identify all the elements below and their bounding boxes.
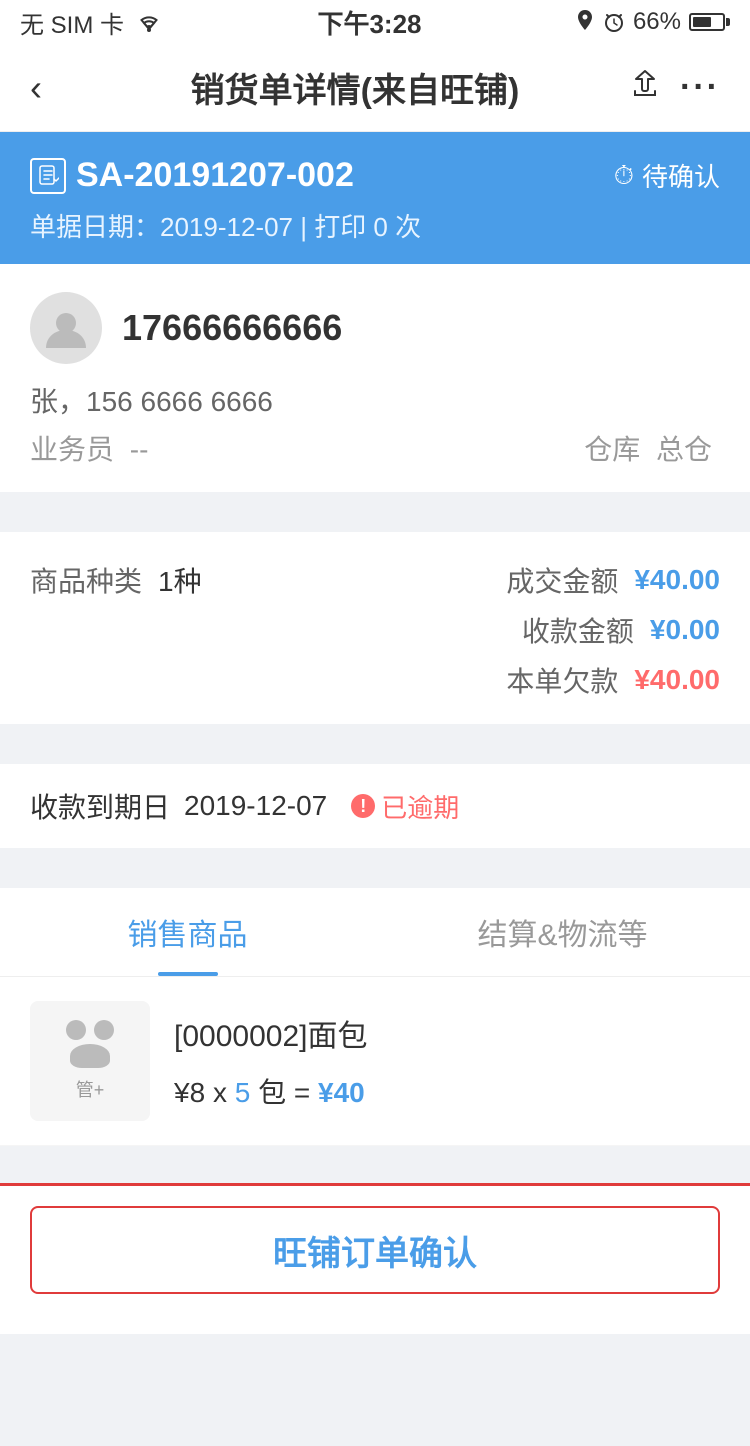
transaction-amount-row: 成交金额 ¥40.00 xyxy=(506,560,720,600)
customer-name-phone: 张，156 6666 6666 xyxy=(30,380,720,420)
battery-icon xyxy=(689,13,730,31)
product-unit-price: ¥8 xyxy=(174,1077,205,1108)
due-date-value: 2019-12-07 xyxy=(184,790,327,822)
owl-body xyxy=(70,1044,110,1068)
salesperson-value: -- xyxy=(130,434,149,465)
clock-icon: ⏱ xyxy=(614,160,634,192)
warehouse-field: 仓库 总仓 xyxy=(584,428,720,468)
overdue-label: 已逾期 xyxy=(381,788,459,825)
equals-sign: = xyxy=(294,1077,318,1108)
status-right: 66% xyxy=(575,8,730,36)
status-time: 下午3:28 xyxy=(317,4,421,41)
amounts-section: 成交金额 ¥40.00 收款金额 ¥0.00 本单欠款 ¥40.00 xyxy=(506,560,720,700)
due-date-card: 收款到期日 2019-12-07 ! 已逾期 xyxy=(0,764,750,848)
order-date: 单据日期：2019-12-07 | 打印 0 次 xyxy=(30,207,720,244)
page-title: 销货单详情(来自旺铺) xyxy=(90,63,620,112)
divider1 xyxy=(0,512,750,532)
goods-type-value: 1种 xyxy=(158,560,202,600)
share-icon[interactable] xyxy=(630,69,660,107)
product-item: 管+ [0000002]面包 ¥8 x 5 包 = ¥40 xyxy=(0,977,750,1146)
goods-type-label: 商品种类 xyxy=(30,560,142,600)
order-icon xyxy=(30,158,66,194)
transaction-amount-value: ¥40.00 xyxy=(634,564,720,596)
confirm-order-button[interactable]: 旺铺订单确认 xyxy=(30,1206,720,1294)
overdue-badge: ! 已逾期 xyxy=(351,788,459,825)
overdue-dot-icon: ! xyxy=(351,794,375,818)
owl-eyes xyxy=(66,1020,114,1040)
nav-bar: ‹ 销货单详情(来自旺铺) ··· xyxy=(0,44,750,132)
product-list: 管+ [0000002]面包 ¥8 x 5 包 = ¥40 xyxy=(0,977,750,1146)
battery-percent: 66% xyxy=(633,8,681,36)
multiply-sign: x xyxy=(213,1077,235,1108)
carrier-label: 无 SIM 卡 xyxy=(20,5,124,40)
avatar xyxy=(30,292,102,364)
product-unit: 包 xyxy=(258,1077,286,1108)
location-icon xyxy=(575,10,595,34)
tab-settlement[interactable]: 结算&物流等 xyxy=(375,888,750,976)
more-icon[interactable]: ··· xyxy=(680,68,720,107)
order-id: SA-20191207-002 xyxy=(30,156,354,195)
warehouse-value: 总仓 xyxy=(656,434,712,465)
product-price: ¥8 x 5 包 = ¥40 xyxy=(174,1071,720,1111)
product-qty: 5 xyxy=(235,1077,251,1108)
received-amount-row: 收款金额 ¥0.00 xyxy=(522,610,720,650)
goods-type-section: 商品种类 1种 xyxy=(30,560,202,600)
info-row: 商品种类 1种 成交金额 ¥40.00 收款金额 ¥0.00 本单欠款 ¥40.… xyxy=(30,560,720,700)
customer-phone: 17666666666 xyxy=(122,307,342,349)
product-logo: 管+ xyxy=(66,1020,114,1102)
bottom-bar: 旺铺订单确认 xyxy=(0,1183,750,1334)
owed-amount-row: 本单欠款 ¥40.00 xyxy=(506,660,720,700)
owl-text: 管+ xyxy=(76,1076,105,1102)
status-bar: 无 SIM 卡 下午3:28 66% xyxy=(0,0,750,44)
transaction-amount-label: 成交金额 xyxy=(506,560,618,600)
received-amount-value: ¥0.00 xyxy=(650,614,720,646)
due-date-label: 收款到期日 xyxy=(30,786,170,826)
tab-sales-goods[interactable]: 销售商品 xyxy=(0,888,375,976)
owl-eye-left xyxy=(66,1020,86,1040)
owl-eye-right xyxy=(94,1020,114,1040)
nav-actions: ··· xyxy=(620,68,720,107)
received-amount-label: 收款金额 xyxy=(522,610,634,650)
order-info-card: 商品种类 1种 成交金额 ¥40.00 收款金额 ¥0.00 本单欠款 ¥40.… xyxy=(0,532,750,724)
product-name: [0000002]面包 xyxy=(174,1011,720,1055)
tabs: 销售商品 结算&物流等 xyxy=(0,888,750,977)
customer-details-row: 业务员 -- 仓库 总仓 xyxy=(30,428,720,468)
divider2 xyxy=(0,744,750,764)
product-info: [0000002]面包 ¥8 x 5 包 = ¥40 xyxy=(174,1011,720,1111)
wifi-icon xyxy=(134,11,164,33)
owed-amount-value: ¥40.00 xyxy=(634,664,720,696)
back-button[interactable]: ‹ xyxy=(30,67,90,109)
product-image: 管+ xyxy=(30,1001,150,1121)
owed-amount-label: 本单欠款 xyxy=(506,660,618,700)
order-header: SA-20191207-002 ⏱ 待确认 单据日期：2019-12-07 | … xyxy=(0,132,750,264)
divider3 xyxy=(0,868,750,888)
customer-card: 17666666666 张，156 6666 6666 业务员 -- 仓库 总仓 xyxy=(0,264,750,492)
tab-active-indicator xyxy=(158,972,218,976)
salesperson-field: 业务员 -- xyxy=(30,428,156,468)
status-left: 无 SIM 卡 xyxy=(20,5,164,40)
order-status-badge: ⏱ 待确认 xyxy=(614,157,720,194)
alarm-icon xyxy=(603,11,625,33)
order-header-top: SA-20191207-002 ⏱ 待确认 xyxy=(30,156,720,195)
customer-header: 17666666666 xyxy=(30,292,720,364)
product-total: ¥40 xyxy=(318,1077,365,1108)
